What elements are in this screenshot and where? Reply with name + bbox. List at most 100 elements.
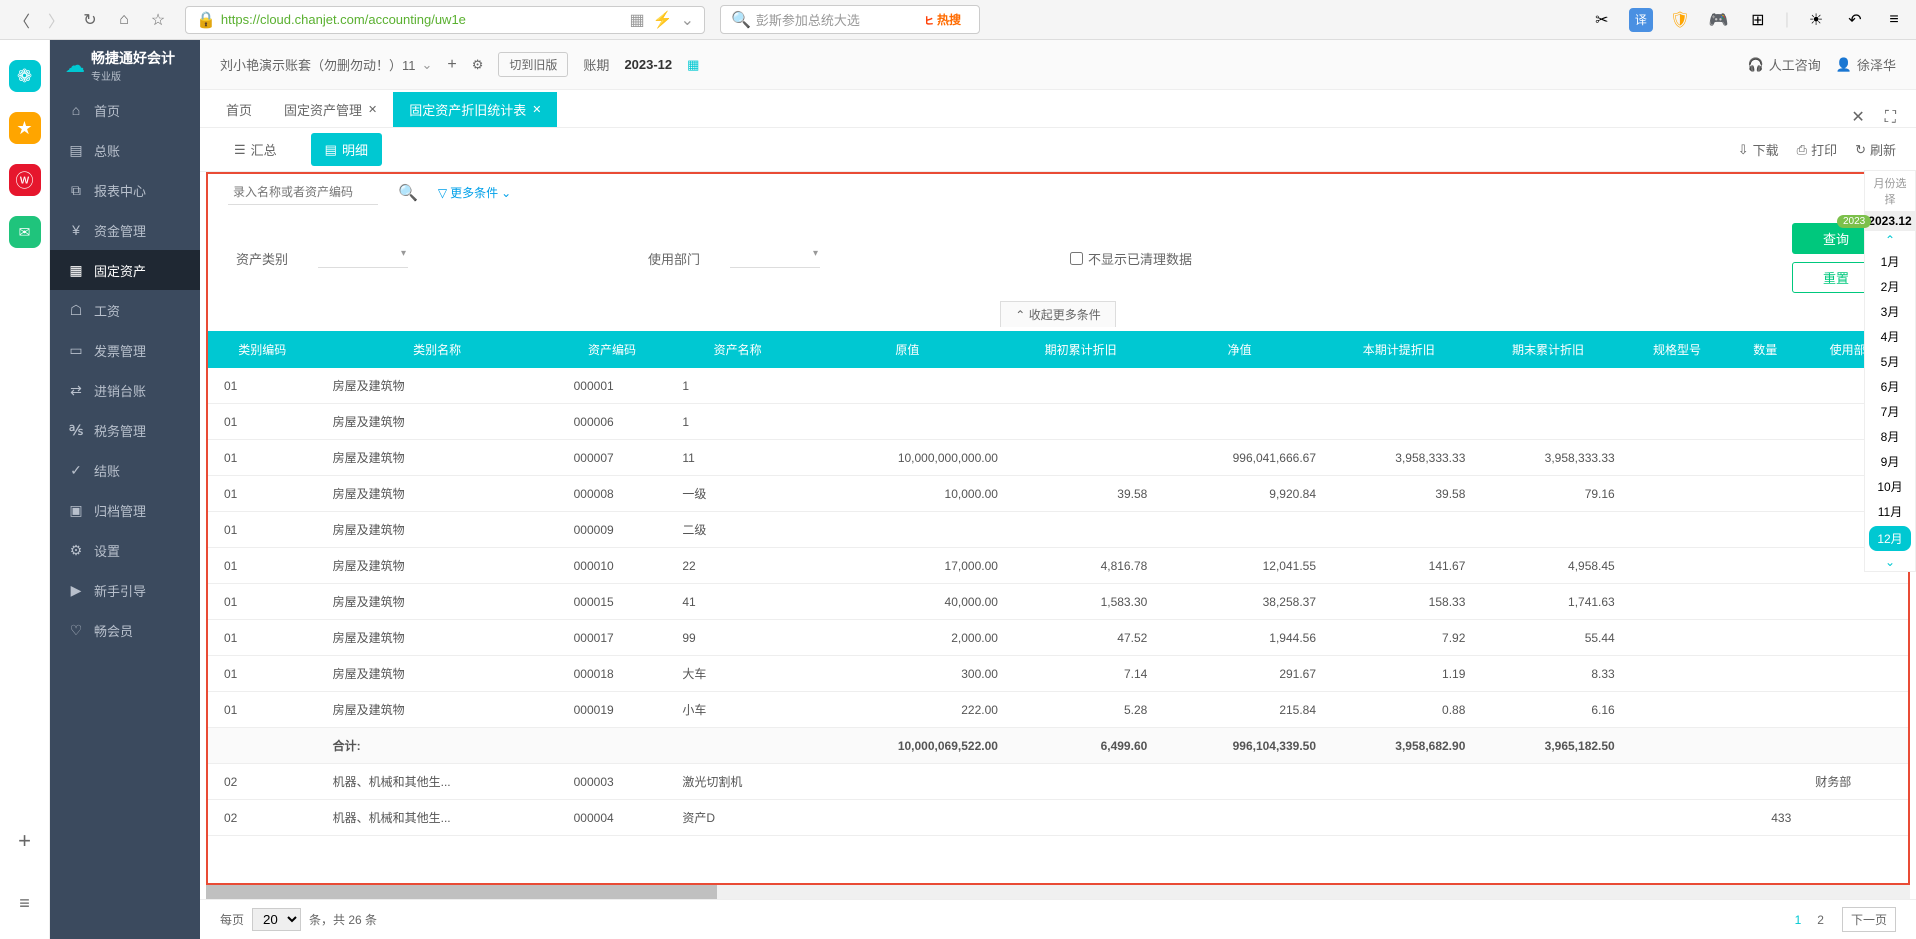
month-scroll-up[interactable]: ⌃	[1865, 231, 1915, 249]
url-chevron-icon[interactable]: ⌄	[681, 10, 694, 30]
translate-icon[interactable]: 译	[1629, 8, 1653, 32]
column-header[interactable]: 期末累计折旧	[1473, 331, 1622, 368]
period-value[interactable]: 2023-12	[624, 57, 672, 72]
column-header[interactable]: 期初累计折旧	[1006, 331, 1155, 368]
column-header[interactable]: 类别名称	[317, 331, 558, 368]
rail-mail-icon[interactable]: ✉	[9, 216, 41, 248]
month-option[interactable]: 2月	[1865, 274, 1915, 299]
table-row[interactable]: 01房屋及建筑物0000061	[208, 404, 1908, 440]
sidebar-item-2[interactable]: ⧉报表中心	[50, 170, 200, 210]
column-header[interactable]: 数量	[1731, 331, 1799, 368]
table-total-row[interactable]: 合计:10,000,069,522.006,499.60996,104,339.…	[208, 728, 1908, 764]
month-option[interactable]: 5月	[1865, 349, 1915, 374]
close-all-tabs-button[interactable]: ✕	[1841, 107, 1874, 127]
flash-icon[interactable]: ⚡	[653, 10, 673, 30]
refresh-button[interactable]: ↻刷新	[1855, 140, 1896, 159]
table-row[interactable]: 01房屋及建筑物000019小车222.005.28215.840.886.16	[208, 692, 1908, 728]
more-conditions-link[interactable]: ▽更多条件⌄	[438, 184, 511, 201]
forward-icon[interactable]: 〉	[44, 8, 68, 32]
restore-icon[interactable]: ↶	[1843, 8, 1867, 32]
table-row[interactable]: 01房屋及建筑物0000011	[208, 368, 1908, 404]
horizontal-scrollbar[interactable]	[206, 885, 1910, 899]
resou-badge[interactable]: ㇶ热搜	[915, 9, 969, 30]
sun-icon[interactable]: ☀	[1804, 8, 1828, 32]
sidebar-item-12[interactable]: ▶新手引导	[50, 570, 200, 610]
table-row[interactable]: 01房屋及建筑物0000154140,000.001,583.3038,258.…	[208, 584, 1908, 620]
switch-version-button[interactable]: 切到旧版	[498, 52, 568, 77]
column-header[interactable]: 资产名称	[666, 331, 809, 368]
month-option[interactable]: 3月	[1865, 299, 1915, 324]
column-header[interactable]: 净值	[1155, 331, 1324, 368]
game-icon[interactable]: 🎮	[1707, 8, 1731, 32]
column-header[interactable]: 规格型号	[1623, 331, 1732, 368]
table-row[interactable]: 02机器、机械和其他生...000003激光切割机财务部	[208, 764, 1908, 800]
qr-icon[interactable]: ▦	[630, 10, 645, 30]
table-row[interactable]: 02机器、机械和其他生...000004资产D433	[208, 800, 1908, 836]
column-header[interactable]: 原值	[809, 331, 1006, 368]
sidebar-item-6[interactable]: ▭发票管理	[50, 330, 200, 370]
month-option[interactable]: 7月	[1865, 399, 1915, 424]
account-selector[interactable]: 刘小艳演示账套（勿删勿动！）11 ⌄	[220, 55, 432, 74]
tab-1[interactable]: 固定资产管理✕	[268, 92, 393, 127]
asset-search-input[interactable]	[228, 180, 378, 205]
tab-2[interactable]: 固定资产折旧统计表✕	[393, 92, 557, 127]
sidebar-item-9[interactable]: ✓结账	[50, 450, 200, 490]
month-option[interactable]: 4月	[1865, 324, 1915, 349]
month-option[interactable]: 12月	[1869, 526, 1911, 551]
sidebar-item-3[interactable]: ¥资金管理	[50, 210, 200, 250]
table-row[interactable]: 01房屋及建筑物0000071110,000,000,000.00996,041…	[208, 440, 1908, 476]
rail-add-icon[interactable]: +	[9, 825, 41, 857]
month-option[interactable]: 8月	[1865, 424, 1915, 449]
home-icon[interactable]: ⌂	[112, 8, 136, 32]
rail-logo-icon[interactable]: ❁	[9, 60, 41, 92]
tab-close-icon[interactable]: ✕	[368, 103, 377, 116]
table-row[interactable]: 01房屋及建筑物0000102217,000.004,816.7812,041.…	[208, 548, 1908, 584]
table-row[interactable]: 01房屋及建筑物000018大车300.007.14291.671.198.33	[208, 656, 1908, 692]
consult-button[interactable]: 🎧人工咨询	[1748, 55, 1821, 74]
next-page-button[interactable]: 下一页	[1842, 907, 1896, 932]
column-header[interactable]: 资产编码	[558, 331, 667, 368]
print-button[interactable]: ⎙打印	[1797, 140, 1837, 159]
search-icon[interactable]: 🔍	[398, 183, 418, 203]
sidebar-item-4[interactable]: ▦固定资产	[50, 250, 200, 290]
month-option[interactable]: 1月	[1865, 249, 1915, 274]
tab-0[interactable]: 首页	[210, 92, 268, 127]
sidebar-item-11[interactable]: ⚙设置	[50, 530, 200, 570]
month-scroll-down[interactable]: ⌄	[1865, 553, 1915, 571]
month-option[interactable]: 10月	[1865, 474, 1915, 499]
scissors-icon[interactable]: ✂	[1590, 8, 1614, 32]
table-row[interactable]: 01房屋及建筑物000009二级	[208, 512, 1908, 548]
asset-category-select[interactable]	[318, 248, 408, 268]
column-header[interactable]: 本期计提折旧	[1324, 331, 1473, 368]
url-bar[interactable]: 🔒 https://cloud.chanjet.com/accounting/u…	[185, 6, 705, 34]
per-page-select[interactable]: 20	[252, 908, 301, 931]
rail-menu-icon[interactable]: ≡	[9, 887, 41, 919]
star-icon[interactable]: ☆	[146, 8, 170, 32]
tab-close-icon[interactable]: ✕	[532, 103, 541, 116]
subtab-detail[interactable]: ▤明细	[311, 133, 382, 166]
back-icon[interactable]: 〈	[10, 8, 34, 32]
sidebar-item-7[interactable]: ⇄进销台账	[50, 370, 200, 410]
sidebar-item-10[interactable]: ▣归档管理	[50, 490, 200, 530]
month-option[interactable]: 11月	[1865, 499, 1915, 524]
month-option[interactable]: 9月	[1865, 449, 1915, 474]
apps-icon[interactable]: ⊞	[1746, 8, 1770, 32]
table-row[interactable]: 01房屋及建筑物000008一级10,000.0039.589,920.8439…	[208, 476, 1908, 512]
settings-icon[interactable]: ⚙	[472, 57, 484, 73]
month-option[interactable]: 6月	[1865, 374, 1915, 399]
sidebar-item-5[interactable]: ☖工资	[50, 290, 200, 330]
reload-icon[interactable]: ↻	[78, 8, 102, 32]
sidebar-item-13[interactable]: ♡畅会员	[50, 610, 200, 650]
browser-search[interactable]: 🔍 彭斯参加总统大选 ㇶ热搜	[720, 5, 980, 34]
rail-weibo-icon[interactable]: ⓦ	[9, 164, 41, 196]
dept-select[interactable]	[730, 248, 820, 268]
expand-tabs-button[interactable]: ⛶	[1875, 109, 1906, 127]
user-menu[interactable]: 👤徐泽华	[1836, 55, 1896, 74]
download-button[interactable]: ⇩下载	[1738, 140, 1779, 159]
sidebar-item-0[interactable]: ⌂首页	[50, 90, 200, 130]
page-number[interactable]: 2	[1809, 910, 1832, 930]
menu-icon[interactable]: ≡	[1882, 8, 1906, 32]
collapse-filter-button[interactable]: ⌃ 收起更多条件	[1000, 301, 1115, 327]
sidebar-item-8[interactable]: ℁税务管理	[50, 410, 200, 450]
page-number[interactable]: 1	[1787, 910, 1810, 930]
